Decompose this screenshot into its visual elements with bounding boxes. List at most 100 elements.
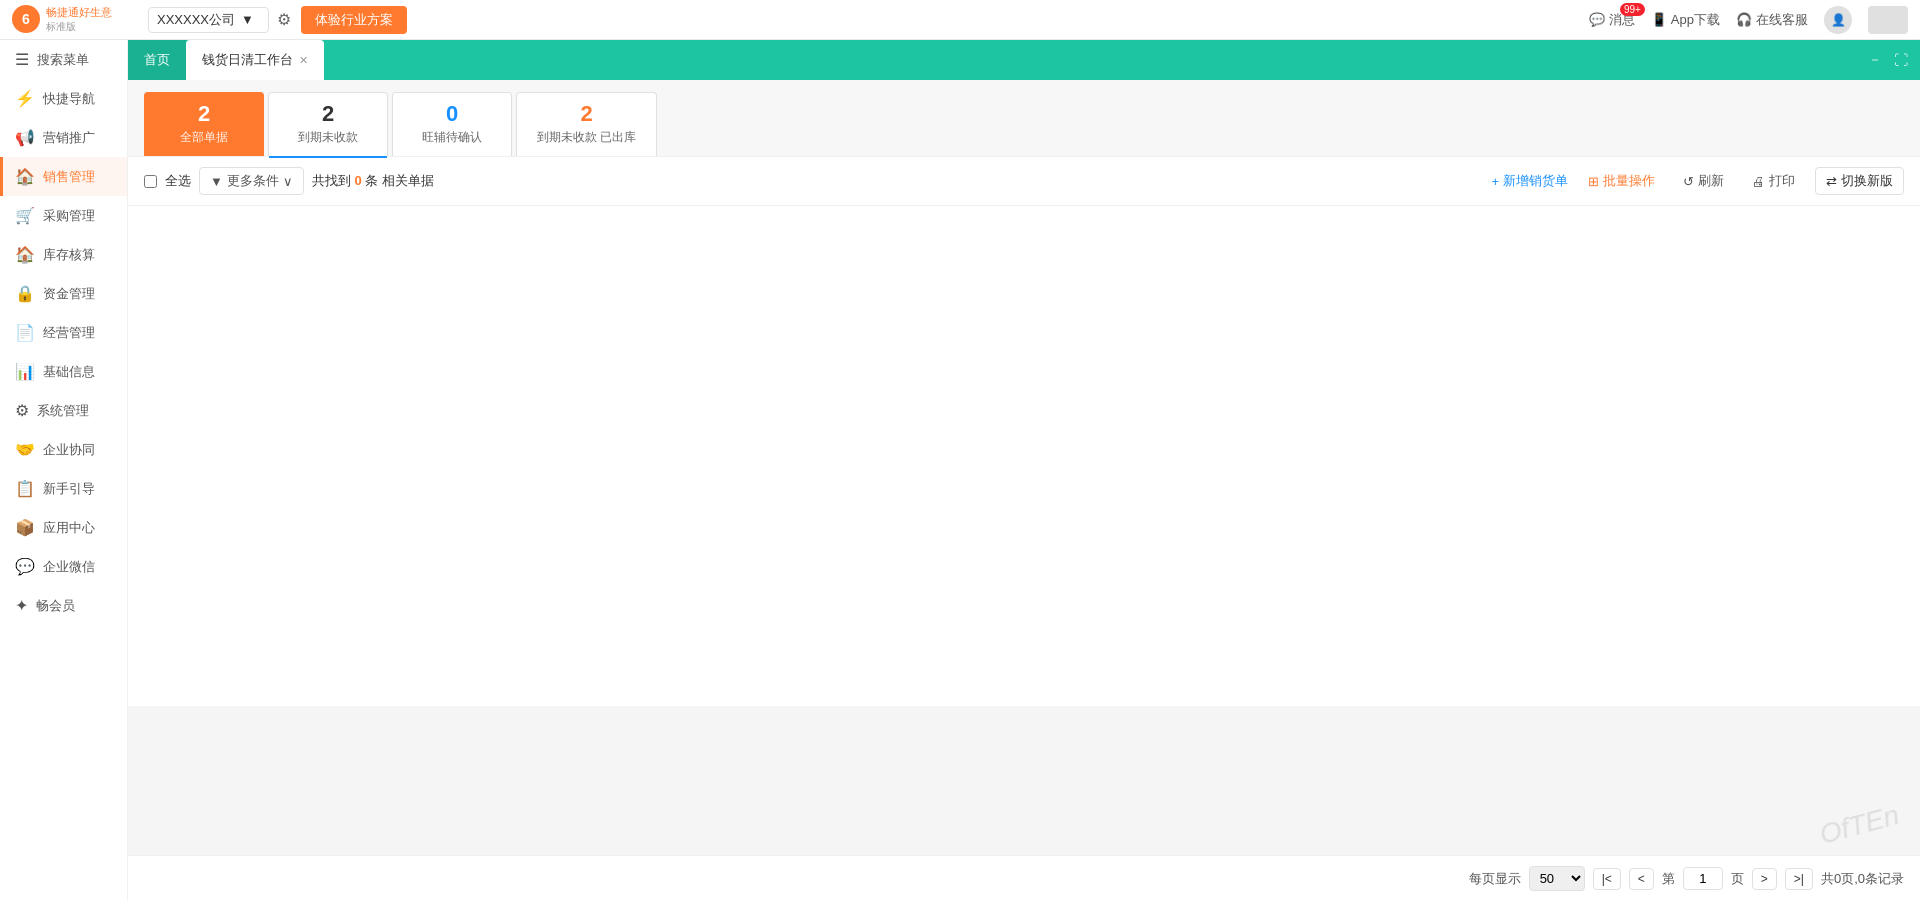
toolbar: 全选 ▼ 更多条件 ∨ 共找到 0 条 相关单据 + 新增销货单 [128, 157, 1920, 206]
stat-tab-all[interactable]: 2 全部单据 [144, 92, 264, 156]
new-order-label: 新增销货单 [1503, 172, 1568, 190]
message-icon: 💬 [1589, 12, 1605, 27]
last-page-btn[interactable]: >| [1785, 868, 1813, 890]
sidebar-item-wechat-work[interactable]: 💬 企业微信 [0, 547, 127, 586]
stat-label-shipped: 到期未收款 已出库 [537, 129, 636, 146]
maximize-icon[interactable]: ⛶ [1894, 52, 1908, 68]
brand-version: 标准版 [46, 20, 112, 34]
print-button[interactable]: 🖨 打印 [1744, 168, 1803, 194]
filter-icon: ▼ [210, 174, 223, 189]
company-selector[interactable]: XXXXXX公司 ▼ [148, 7, 269, 33]
toolbar-right: + 新增销货单 ⊞ 批量操作 ↺ 刷新 🖨 打印 ⇄ 切换新版 [1491, 167, 1904, 195]
stat-label-overdue: 到期未收款 [289, 129, 367, 146]
sidebar-item-vip[interactable]: ✦ 畅会员 [0, 586, 127, 625]
header-right: 💬 消息 99+ 📱 App下载 🎧 在线客服 👤 [1589, 6, 1908, 34]
sidebar-item-purchase[interactable]: 🛒 采购管理 [0, 196, 127, 235]
stat-tab-wangpu[interactable]: 0 旺辅待确认 [392, 92, 512, 156]
logo-area: 6 畅捷通好生意 标准版 [12, 5, 140, 33]
tab-qianhuoriqi[interactable]: 钱货日清工作台 ✕ [186, 40, 324, 80]
refresh-button[interactable]: ↺ 刷新 [1675, 168, 1732, 194]
sidebar-item-basic-info[interactable]: 📊 基础信息 [0, 352, 127, 391]
print-icon: 🖨 [1752, 174, 1765, 189]
app-center-icon: 📦 [15, 518, 35, 537]
top-header: 6 畅捷通好生意 标准版 XXXXXX公司 ▼ ⚙ 体验行业方案 💬 消息 99… [0, 0, 1920, 40]
user-menu[interactable] [1868, 6, 1908, 34]
quick-nav-icon: ⚡ [15, 89, 35, 108]
plus-icon: + [1491, 174, 1499, 189]
cooperation-icon: 🤝 [15, 440, 35, 459]
company-name: XXXXXX公司 [157, 11, 235, 29]
stat-number-overdue: 2 [289, 101, 367, 127]
tab-underline [269, 156, 387, 158]
inventory-icon: 🏠 [15, 245, 35, 264]
result-text: 共找到 0 条 相关单据 [312, 172, 434, 190]
filter-button[interactable]: ▼ 更多条件 ∨ [199, 167, 304, 195]
toolbar-left: 全选 ▼ 更多条件 ∨ 共找到 0 条 相关单据 [144, 167, 1483, 195]
app-download-icon: 📱 [1651, 12, 1667, 27]
main-content: 2 全部单据 2 到期未收款 0 旺辅待确认 2 到期未收款 已出库 全选 [128, 80, 1920, 901]
content-area: 2 全部单据 2 到期未收款 0 旺辅待确认 2 到期未收款 已出库 全选 [128, 80, 1920, 706]
avatar[interactable]: 👤 [1824, 6, 1852, 34]
system-icon: ⚙ [15, 401, 29, 420]
tab-home[interactable]: 首页 [128, 40, 186, 80]
chevron-down-icon: ▼ [241, 12, 254, 27]
close-tab-icon[interactable]: ✕ [299, 54, 308, 67]
message-btn[interactable]: 💬 消息 99+ [1589, 11, 1635, 29]
trial-button[interactable]: 体验行业方案 [301, 6, 407, 34]
sidebar-item-operation[interactable]: 📄 经营管理 [0, 313, 127, 352]
app-download-label: App下载 [1671, 11, 1720, 29]
batch-ops-button[interactable]: ⊞ 批量操作 [1580, 168, 1663, 194]
prev-page-btn[interactable]: < [1629, 868, 1654, 890]
switch-icon: ⇄ [1826, 174, 1837, 189]
sidebar-item-inventory[interactable]: 🏠 库存核算 [0, 235, 127, 274]
sidebar-item-app-center[interactable]: 📦 应用中心 [0, 508, 127, 547]
page-unit: 页 [1731, 870, 1744, 888]
stat-label-all: 全部单据 [165, 129, 243, 146]
first-page-btn[interactable]: |< [1593, 868, 1621, 890]
sidebar-item-search-menu[interactable]: ☰ 搜索菜单 [0, 40, 127, 79]
pagination-bar: 每页显示 50 100 |< < 第 页 > >| 共0页,0条记录 [128, 855, 1920, 901]
basic-info-icon: 📊 [15, 362, 35, 381]
next-page-btn[interactable]: > [1752, 868, 1777, 890]
sidebar-item-system[interactable]: ⚙ 系统管理 [0, 391, 127, 430]
sidebar-item-marketing[interactable]: 📢 营销推广 [0, 118, 127, 157]
switch-version-button[interactable]: ⇄ 切换新版 [1815, 167, 1904, 195]
batch-icon: ⊞ [1588, 174, 1599, 189]
vip-icon: ✦ [15, 596, 28, 615]
sidebar-item-sales[interactable]: 🏠 销售管理 [0, 157, 127, 196]
online-service-btn[interactable]: 🎧 在线客服 [1736, 11, 1808, 29]
wechat-work-icon: 💬 [15, 557, 35, 576]
guide-icon: 📋 [15, 479, 35, 498]
stat-tab-overdue[interactable]: 2 到期未收款 [268, 92, 388, 156]
page-label: 第 [1662, 870, 1675, 888]
finance-icon: 🔒 [15, 284, 35, 303]
sidebar-item-quick-nav[interactable]: ⚡ 快捷导航 [0, 79, 127, 118]
app-download-btn[interactable]: 📱 App下载 [1651, 11, 1720, 29]
stat-number-wangpu: 0 [413, 101, 491, 127]
chevron-filter-icon: ∨ [283, 174, 293, 189]
filter-label: 更多条件 [227, 172, 279, 190]
sidebar: ☰ 搜索菜单 ⚡ 快捷导航 📢 营销推广 🏠 销售管理 🛒 采购管理 🏠 库存核… [0, 40, 128, 901]
per-page-select[interactable]: 50 100 [1529, 866, 1585, 891]
table-area [128, 206, 1920, 706]
nav-tabs: 首页 钱货日清工作台 ✕ － ⛶ [128, 40, 1920, 80]
stat-tabs: 2 全部单据 2 到期未收款 0 旺辅待确认 2 到期未收款 已出库 [128, 80, 1920, 157]
per-page-label: 每页显示 [1469, 870, 1521, 888]
total-info: 共0页,0条记录 [1821, 870, 1904, 888]
online-service-icon: 🎧 [1736, 12, 1752, 27]
stat-tab-shipped[interactable]: 2 到期未收款 已出库 [516, 92, 657, 156]
sidebar-item-cooperation[interactable]: 🤝 企业协同 [0, 430, 127, 469]
sidebar-item-guide[interactable]: 📋 新手引导 [0, 469, 127, 508]
new-order-button[interactable]: + 新增销货单 [1491, 172, 1568, 190]
online-service-label: 在线客服 [1756, 11, 1808, 29]
settings-icon[interactable]: ⚙ [277, 10, 291, 29]
purchase-icon: 🛒 [15, 206, 35, 225]
stat-label-wangpu: 旺辅待确认 [413, 129, 491, 146]
sidebar-item-finance[interactable]: 🔒 资金管理 [0, 274, 127, 313]
select-all-checkbox[interactable] [144, 175, 157, 188]
refresh-icon: ↺ [1683, 174, 1694, 189]
current-page-input[interactable] [1683, 867, 1723, 890]
minimize-icon[interactable]: － [1868, 51, 1882, 69]
switch-label: 切换新版 [1841, 172, 1893, 190]
brand-name: 畅捷通好生意 [46, 5, 112, 19]
